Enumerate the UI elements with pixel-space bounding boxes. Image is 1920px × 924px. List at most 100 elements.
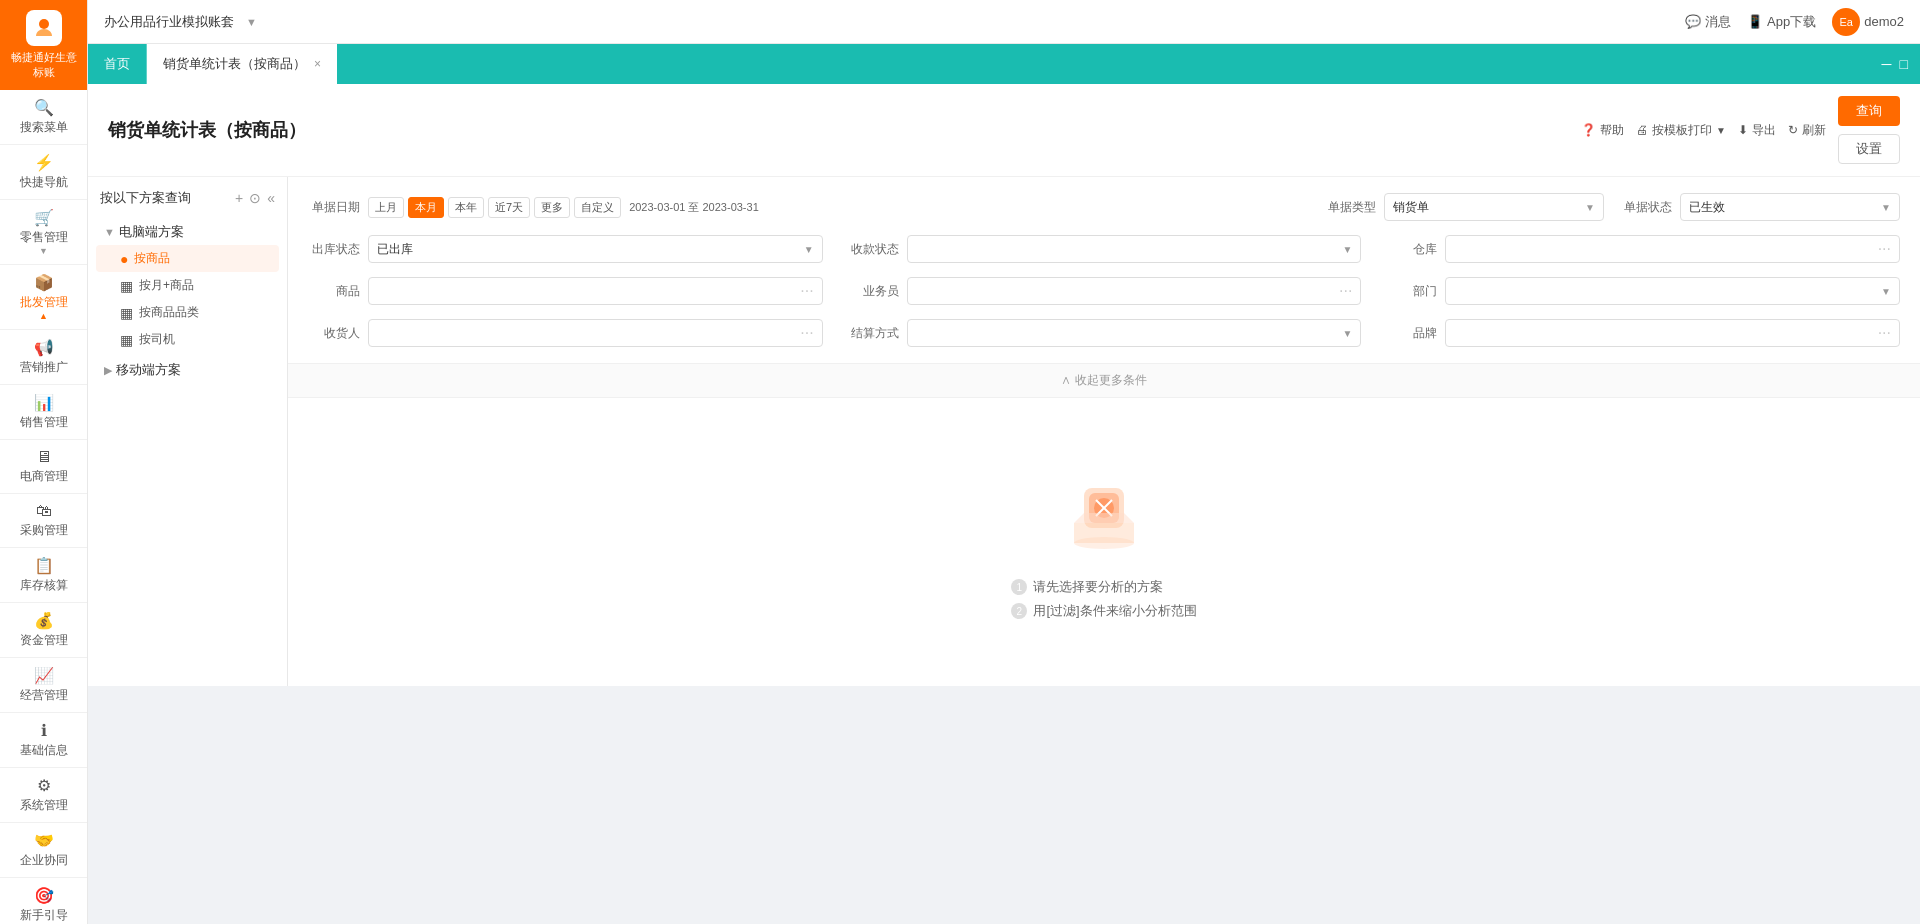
receiver-more-icon[interactable]: ··· xyxy=(800,324,813,342)
salesman-input[interactable]: ··· xyxy=(907,277,1362,305)
filter-field-receiver: 收货人 ··· xyxy=(308,319,823,347)
doctype-value: 销货单 xyxy=(1393,199,1429,216)
salesman-label: 业务员 xyxy=(847,283,899,300)
sidebar-item-finance[interactable]: 💰 资金管理 xyxy=(0,603,87,658)
filter-field-department: 部门 ▼ xyxy=(1385,277,1900,305)
department-label: 部门 xyxy=(1385,283,1437,300)
right-panel: 单据日期 上月 本月 本年 近7天 更多 自定义 2023-03-01 至 20… xyxy=(288,177,1920,686)
sidebar-item-inventory[interactable]: 📋 库存核算 xyxy=(0,548,87,603)
date-last-month[interactable]: 上月 xyxy=(368,197,404,218)
sidebar-item-operations[interactable]: 📈 经营管理 xyxy=(0,658,87,713)
wholesale-icon: 📦 xyxy=(34,273,54,292)
scheme-parent-pc[interactable]: ▼ 电脑端方案 xyxy=(96,219,279,245)
tab-sales-report[interactable]: 销货单统计表（按商品） × xyxy=(147,44,337,84)
sidebar-label-collab: 企业协同 xyxy=(20,852,68,869)
department-select[interactable]: ▼ xyxy=(1445,277,1900,305)
edit-scheme-button[interactable]: ⊙ xyxy=(249,190,261,206)
sidebar-item-system[interactable]: ⚙ 系统管理 xyxy=(0,768,87,823)
sidebar-item-marketing[interactable]: 📢 营销推广 xyxy=(0,330,87,385)
date-this-month[interactable]: 本月 xyxy=(408,197,444,218)
date-more[interactable]: 更多 xyxy=(534,197,570,218)
payment-select[interactable]: ▼ xyxy=(907,319,1362,347)
tab-home[interactable]: 首页 xyxy=(88,44,147,84)
tab-home-label: 首页 xyxy=(104,55,130,73)
sidebar-item-ecommerce[interactable]: 🖥 电商管理 xyxy=(0,440,87,494)
chevron-right-icon: ▶ xyxy=(104,364,112,377)
date-last-7days[interactable]: 近7天 xyxy=(488,197,530,218)
sidebar-label-quicknav: 快捷导航 xyxy=(20,174,68,191)
collapse-panel-button[interactable]: « xyxy=(267,190,275,206)
message-label: 消息 xyxy=(1705,13,1731,31)
filter-field-salesman: 业务员 ··· xyxy=(847,277,1362,305)
window-minimize-button[interactable]: ─ xyxy=(1882,56,1892,72)
setting-button[interactable]: 设置 xyxy=(1838,134,1900,164)
filter-field-brand: 品牌 ··· xyxy=(1385,319,1900,347)
add-scheme-button[interactable]: + xyxy=(235,190,243,206)
tab-close-button[interactable]: × xyxy=(314,57,321,71)
filter-field-docstatus: 单据状态 已生效 ▼ xyxy=(1620,193,1900,221)
sidebar-item-collab[interactable]: 🤝 企业协同 xyxy=(0,823,87,878)
workspace-dropdown[interactable]: ▼ xyxy=(246,16,257,28)
warehouse-more-icon[interactable]: ··· xyxy=(1878,240,1891,258)
receiptstatus-select[interactable]: ▼ xyxy=(907,235,1362,263)
sidebar-label-basic: 基础信息 xyxy=(20,742,68,759)
filter-section: 单据日期 上月 本月 本年 近7天 更多 自定义 2023-03-01 至 20… xyxy=(288,177,1920,364)
scheme-item-by-product[interactable]: ● 按商品 xyxy=(96,245,279,272)
user-profile[interactable]: Ea demo2 xyxy=(1832,8,1904,36)
export-button[interactable]: ⬇ 导出 xyxy=(1738,122,1776,139)
sidebar-item-search[interactable]: 🔍 搜索菜单 xyxy=(0,90,87,145)
doctype-select[interactable]: 销货单 ▼ xyxy=(1384,193,1604,221)
sidebar-item-sales[interactable]: 📊 销售管理 xyxy=(0,385,87,440)
sidebar-label-search: 搜索菜单 xyxy=(20,119,68,136)
sidebar-item-wholesale[interactable]: 📦 批发管理 ▲ xyxy=(0,265,87,330)
sidebar-label-wholesale: 批发管理 xyxy=(20,294,68,311)
avatar-initials: Ea xyxy=(1840,16,1853,28)
date-range-display: 2023-03-01 至 2023-03-31 xyxy=(629,200,759,215)
outstatus-select[interactable]: 已出库 ▼ xyxy=(368,235,823,263)
outstatus-arrow-icon: ▼ xyxy=(804,244,814,255)
brand-input[interactable]: ··· xyxy=(1445,319,1900,347)
sidebar-item-basic[interactable]: ℹ 基础信息 xyxy=(0,713,87,768)
salesman-more-icon[interactable]: ··· xyxy=(1339,282,1352,300)
scheme-item-by-month-product[interactable]: ▦ 按月+商品 xyxy=(96,272,279,299)
app-download-button[interactable]: 📱 App下载 xyxy=(1747,13,1816,31)
collapse-more-conditions[interactable]: ∧ 收起更多条件 xyxy=(288,364,1920,398)
date-this-year[interactable]: 本年 xyxy=(448,197,484,218)
filter-field-doctype: 单据类型 销货单 ▼ xyxy=(1324,193,1604,221)
page-title: 销货单统计表（按商品） xyxy=(108,118,306,154)
empty-tip-1-text: 请先选择要分析的方案 xyxy=(1033,578,1163,596)
sidebar-item-retail[interactable]: 🛒 零售管理 ▼ xyxy=(0,200,87,265)
date-custom[interactable]: 自定义 xyxy=(574,197,621,218)
scheme-group-pc-label: 电脑端方案 xyxy=(119,223,184,241)
chevron-down-icon: ▼ xyxy=(104,226,115,238)
collab-icon: 🤝 xyxy=(34,831,54,850)
sidebar-item-guide[interactable]: 🎯 新手引导 xyxy=(0,878,87,924)
ecommerce-icon: 🖥 xyxy=(36,448,52,466)
window-maximize-button[interactable]: □ xyxy=(1900,56,1908,72)
sidebar-label-marketing: 营销推广 xyxy=(20,359,68,376)
scheme-group-pc: ▼ 电脑端方案 ● 按商品 ▦ 按月+商品 ▦ xyxy=(96,217,279,355)
query-button[interactable]: 查询 xyxy=(1838,96,1900,126)
scheme-item-by-driver[interactable]: ▦ 按司机 xyxy=(96,326,279,353)
app-subtitle: 标账 xyxy=(33,65,55,80)
sidebar-item-purchase[interactable]: 🛍 采购管理 xyxy=(0,494,87,548)
receiver-input[interactable]: ··· xyxy=(368,319,823,347)
warehouse-input[interactable]: ··· xyxy=(1445,235,1900,263)
sidebar-item-quicknav[interactable]: ⚡ 快捷导航 xyxy=(0,145,87,200)
scheme-parent-mobile[interactable]: ▶ 移动端方案 xyxy=(96,357,279,383)
print-button[interactable]: 🖨 按模板打印 ▼ xyxy=(1636,122,1726,139)
messages-button[interactable]: 💬 消息 xyxy=(1685,13,1731,31)
scheme-item-by-category[interactable]: ▦ 按商品品类 xyxy=(96,299,279,326)
goods-input[interactable]: ··· xyxy=(368,277,823,305)
scheme-panel-title: 按以下方案查询 xyxy=(100,189,191,207)
docstatus-select[interactable]: 已生效 ▼ xyxy=(1680,193,1900,221)
refresh-button[interactable]: ↻ 刷新 xyxy=(1788,122,1826,139)
goods-more-icon[interactable]: ··· xyxy=(800,282,813,300)
workspace-title: 办公用品行业模拟账套 xyxy=(104,13,234,31)
filter-row-3: 商品 ··· 业务员 ··· xyxy=(308,277,1900,305)
scheme-icon-2: ▦ xyxy=(120,278,133,294)
brand-more-icon[interactable]: ··· xyxy=(1878,324,1891,342)
basic-icon: ℹ xyxy=(41,721,47,740)
sidebar-label-operations: 经营管理 xyxy=(20,687,68,704)
help-button[interactable]: ❓ 帮助 xyxy=(1581,122,1624,139)
